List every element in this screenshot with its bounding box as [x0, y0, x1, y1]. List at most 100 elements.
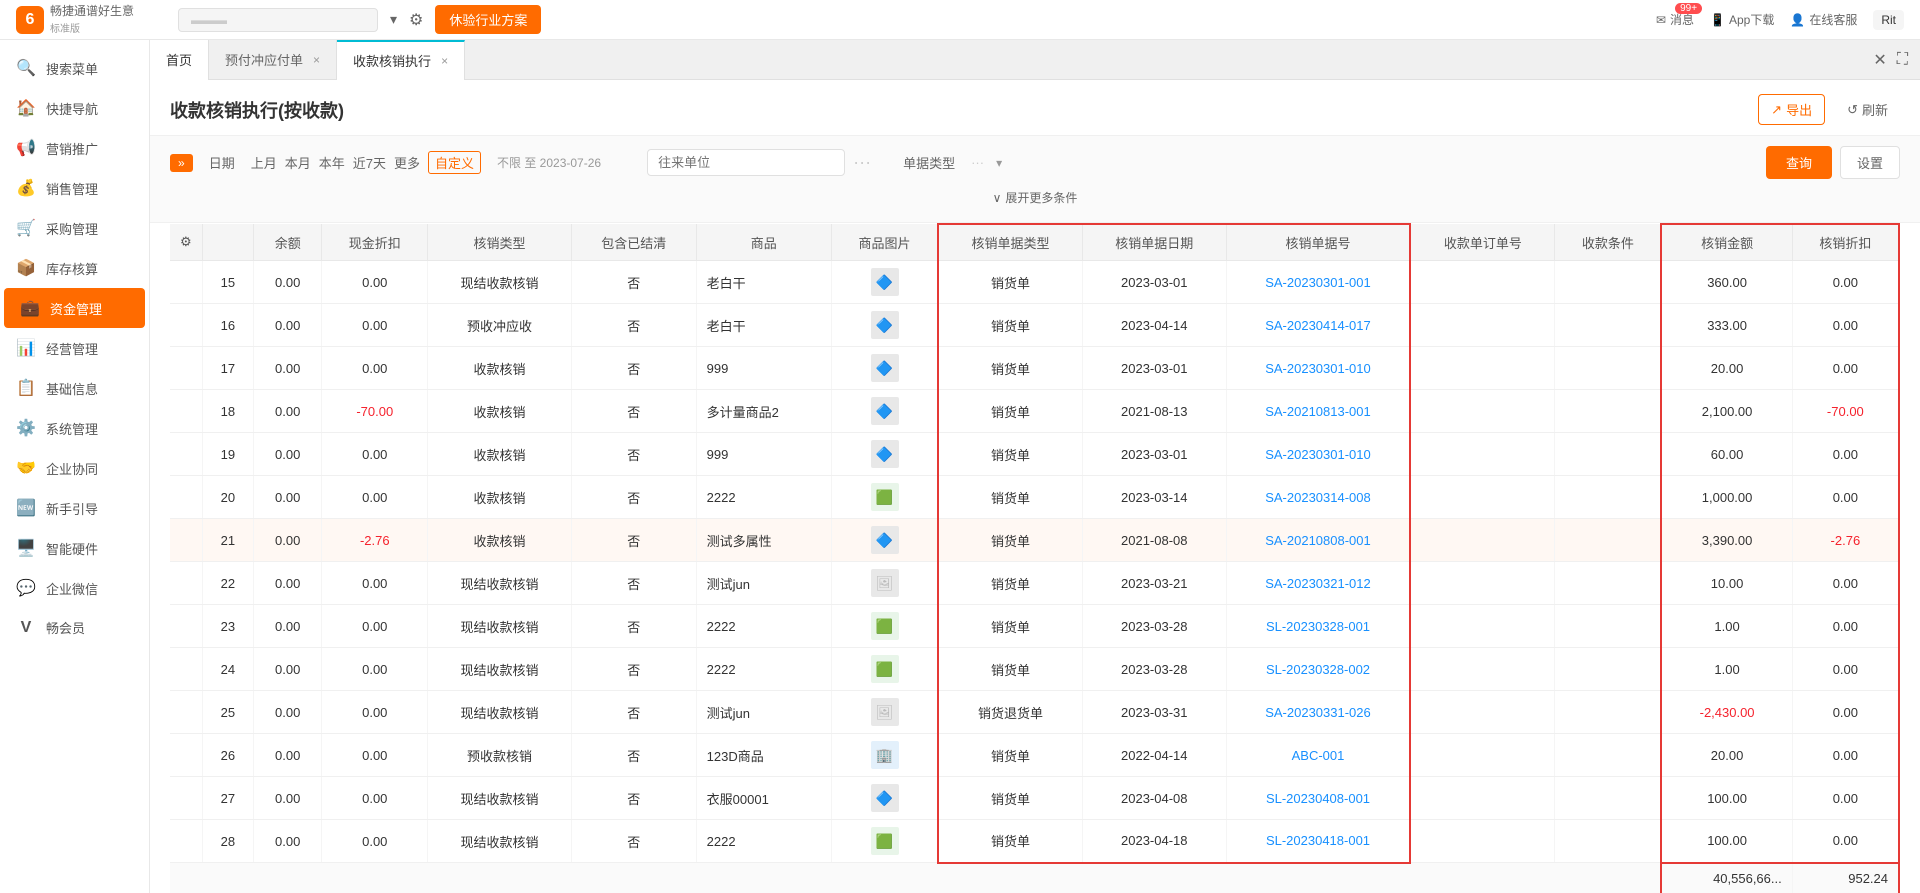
app-download[interactable]: 📱 App下载: [1710, 11, 1774, 28]
invoice-no-link[interactable]: SA-20210808-001: [1265, 533, 1371, 548]
from-unit-input[interactable]: [647, 149, 845, 176]
invoice-no-link[interactable]: SL-20230408-001: [1266, 791, 1370, 806]
dropdown-button[interactable]: ▾: [390, 11, 397, 28]
cell-writeoff-type: 现结收款核销: [428, 605, 572, 648]
sidebar-item-sales[interactable]: 💰 销售管理: [0, 168, 149, 208]
export-button[interactable]: ↗ 导出: [1758, 94, 1825, 125]
cell-product: 测试jun: [696, 691, 831, 734]
cell-invoice-type: 销货单: [938, 433, 1082, 476]
sidebar-item-operations[interactable]: 📊 经营管理: [0, 328, 149, 368]
invoice-no-link[interactable]: SL-20230328-001: [1266, 619, 1370, 634]
invoice-no-link[interactable]: SL-20230328-002: [1266, 662, 1370, 677]
date-opt-7days[interactable]: 近7天: [353, 153, 386, 172]
sidebar-label-member: 畅会员: [46, 618, 85, 637]
query-button[interactable]: 查询: [1766, 146, 1832, 179]
wechat-icon: 💬: [16, 578, 36, 598]
invoice-no-link[interactable]: SL-20230418-001: [1266, 833, 1370, 848]
data-table: ⚙ 余额 现金折扣 核销类型 包含已结清 商品 商品图片 核销单据类型 核销单据…: [170, 223, 1900, 893]
invoice-no-link[interactable]: ABC-001: [1292, 748, 1345, 763]
sidebar-item-basic[interactable]: 📋 基础信息: [0, 368, 149, 408]
sidebar-item-guide[interactable]: 🆕 新手引导: [0, 488, 149, 528]
tab-close-all[interactable]: ✕: [1869, 46, 1890, 74]
invoice-no-link[interactable]: SA-20230414-017: [1265, 318, 1371, 333]
invoice-no-link[interactable]: SA-20230301-010: [1265, 361, 1371, 376]
online-service[interactable]: 👤 在线客服: [1790, 11, 1857, 28]
sidebar-item-hardware[interactable]: 🖥️ 智能硬件: [0, 528, 149, 568]
sidebar-item-member[interactable]: V 畅会员: [0, 608, 149, 647]
filter-expand-button[interactable]: »: [170, 154, 193, 172]
refresh-button[interactable]: ↺ 刷新: [1835, 94, 1900, 125]
invoice-no-link[interactable]: SA-20210813-001: [1265, 404, 1371, 419]
th-invoice-type: 核销单据类型: [938, 224, 1082, 261]
sidebar-label-inventory: 库存核算: [46, 259, 98, 278]
invoice-no-link[interactable]: SA-20230301-001: [1265, 275, 1371, 290]
purchase-icon: 🛒: [16, 218, 36, 238]
cell-invoice-no: SA-20210808-001: [1226, 519, 1410, 562]
cell-balance: 0.00: [254, 734, 322, 777]
cell-receipt-condition: [1555, 519, 1662, 562]
cell-invoice-type: 销货单: [938, 476, 1082, 519]
sidebar-item-inventory[interactable]: 📦 库存核算: [0, 248, 149, 288]
setting-button[interactable]: 设置: [1840, 146, 1900, 179]
notifications[interactable]: ✉ 消息 99+: [1656, 11, 1694, 28]
sidebar-item-purchase[interactable]: 🛒 采购管理: [0, 208, 149, 248]
cell-invoice-type: 销货单: [938, 777, 1082, 820]
cell-invoice-no: SA-20230301-010: [1226, 347, 1410, 390]
sidebar-item-wechat[interactable]: 💬 企业微信: [0, 568, 149, 608]
user-info[interactable]: Rit: [1873, 10, 1904, 30]
cell-included-settled: 否: [571, 519, 696, 562]
date-opt-last-month[interactable]: 上月: [251, 153, 277, 172]
expand-more-conditions[interactable]: ∨ 展开更多条件: [987, 183, 1084, 212]
cell-writeoff-discount: 0.00: [1792, 562, 1899, 605]
sidebar-item-search[interactable]: 🔍 搜索菜单: [0, 48, 149, 88]
cell-balance: 0.00: [254, 390, 322, 433]
sidebar-item-finance[interactable]: 💼 资金管理: [4, 288, 145, 328]
cell-product: 测试jun: [696, 562, 831, 605]
gear-button[interactable]: ⚙: [409, 10, 423, 30]
table-row: 18 0.00 -70.00 收款核销 否 多计量商品2 🔷 销货单 2021-…: [170, 390, 1899, 433]
cell-no: 22: [202, 562, 253, 605]
home-icon: 🏠: [16, 98, 36, 118]
cell-invoice-date: 2021-08-08: [1082, 519, 1226, 562]
tab-collection[interactable]: 收款核销执行 ×: [337, 40, 465, 80]
sidebar-item-quicknav[interactable]: 🏠 快捷导航: [0, 88, 149, 128]
date-opt-this-month[interactable]: 本月: [285, 153, 311, 172]
th-settings[interactable]: ⚙: [170, 224, 202, 261]
tab-prepay[interactable]: 预付冲应付单 ×: [209, 40, 337, 80]
tab-prepay-close[interactable]: ×: [313, 53, 320, 67]
search-icon: 🔍: [16, 58, 36, 78]
tab-home[interactable]: 首页: [150, 40, 209, 80]
cell-invoice-type: 销货单: [938, 562, 1082, 605]
cell-cash-discount: 0.00: [322, 734, 428, 777]
date-opt-custom[interactable]: 自定义: [428, 151, 481, 174]
invoice-no-link[interactable]: SA-20230301-010: [1265, 447, 1371, 462]
cell-product: 衣服00001: [696, 777, 831, 820]
cell-invoice-date: 2023-03-01: [1082, 433, 1226, 476]
app-badge: 标准版: [50, 20, 134, 35]
th-cash-discount: 现金折扣: [322, 224, 428, 261]
invoice-no-link[interactable]: SA-20230321-012: [1265, 576, 1371, 591]
cell-receipt-condition: [1555, 777, 1662, 820]
cell-product-img: 🟩: [831, 820, 938, 863]
cell-receipt-condition: [1555, 347, 1662, 390]
industry-button[interactable]: 休验行业方案: [435, 5, 541, 34]
tab-collection-close[interactable]: ×: [441, 54, 448, 68]
tab-maximize[interactable]: ⛶: [1893, 47, 1912, 73]
invoice-no-link[interactable]: SA-20230314-008: [1265, 490, 1371, 505]
invoice-no-link[interactable]: SA-20230331-026: [1265, 705, 1371, 720]
sidebar-label-quicknav: 快捷导航: [46, 99, 98, 118]
product-image: 🟩: [871, 827, 899, 855]
sidebar-item-marketing[interactable]: 📢 营销推广: [0, 128, 149, 168]
cell-writeoff-amount: 360.00: [1661, 261, 1792, 304]
cell-writeoff-discount: 0.00: [1792, 648, 1899, 691]
sidebar-item-system[interactable]: ⚙️ 系统管理: [0, 408, 149, 448]
sidebar-item-corp[interactable]: 🤝 企业协同: [0, 448, 149, 488]
cell-settings: [170, 347, 202, 390]
date-opt-more[interactable]: 更多: [394, 153, 420, 172]
cell-receipt-order: [1410, 304, 1554, 347]
date-opt-this-year[interactable]: 本年: [319, 153, 345, 172]
cell-included-settled: 否: [571, 433, 696, 476]
cell-product-img: 🟩: [831, 476, 938, 519]
cell-invoice-date: 2023-03-01: [1082, 261, 1226, 304]
dots-separator-1: ···: [853, 152, 871, 173]
